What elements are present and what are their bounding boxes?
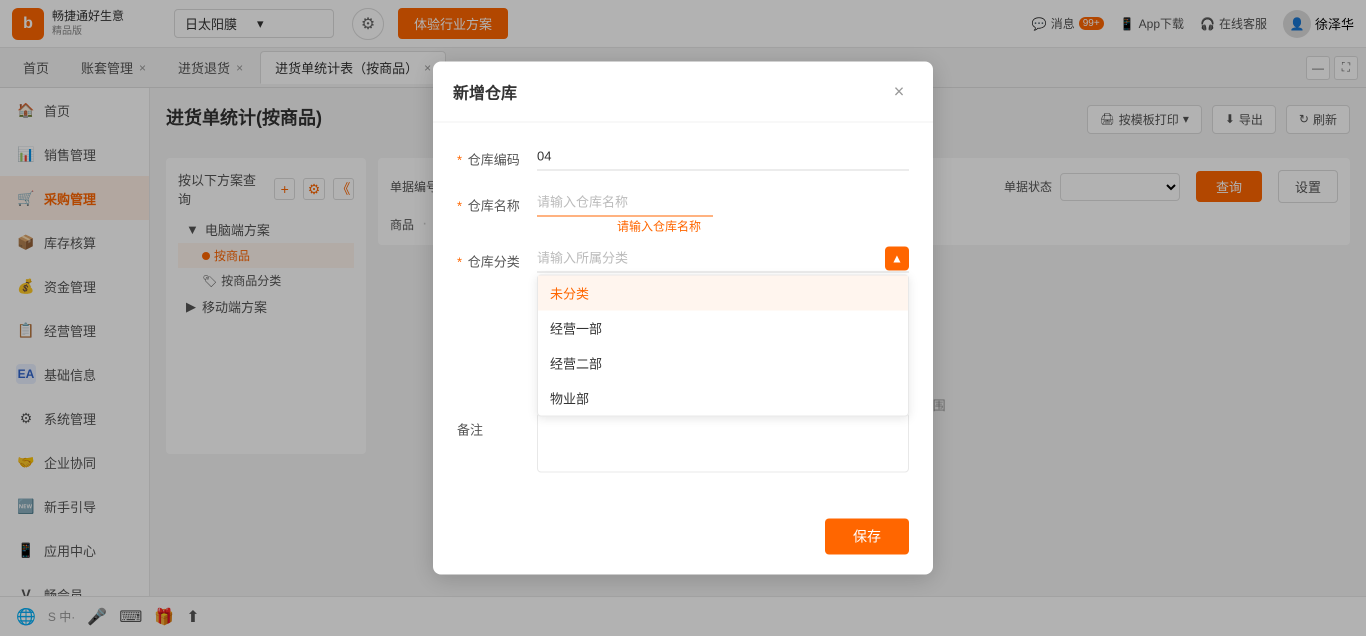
dropdown-item-property[interactable]: 物业部 xyxy=(538,381,908,416)
name-label: * 仓库名称 xyxy=(457,189,537,215)
modal-title: 新增仓库 xyxy=(453,80,517,104)
form-row-category: * 仓库分类 ▲ 未分类 经营一部 经营二部 物业部 xyxy=(457,245,909,273)
code-input[interactable] xyxy=(537,143,909,171)
form-row-name: * 仓库名称 请输入仓库名称 xyxy=(457,189,909,217)
modal-body: * 仓库编码 * 仓库名称 请输入仓库名称 * 仓库分类 ▲ xyxy=(433,123,933,507)
modal-new-warehouse: 新增仓库 × * 仓库编码 * 仓库名称 请输入仓库名称 * xyxy=(433,62,933,575)
form-row-note: 备注 xyxy=(457,413,909,473)
dropdown-item-dept1[interactable]: 经营一部 xyxy=(538,311,908,346)
note-textarea[interactable] xyxy=(537,413,909,473)
save-button[interactable]: 保存 xyxy=(825,519,909,555)
modal-footer: 保存 xyxy=(433,507,933,575)
category-dropdown-arrow[interactable]: ▲ xyxy=(885,247,909,271)
name-input[interactable] xyxy=(537,189,713,217)
form-row-code: * 仓库编码 xyxy=(457,143,909,171)
code-label: * 仓库编码 xyxy=(457,143,537,169)
category-dropdown: 未分类 经营一部 经营二部 物业部 xyxy=(537,275,909,417)
category-input[interactable] xyxy=(537,245,909,273)
dropdown-item-dept2[interactable]: 经营二部 xyxy=(538,346,908,381)
name-error-msg: 请输入仓库名称 xyxy=(617,218,701,235)
modal-header: 新增仓库 × xyxy=(433,62,933,123)
note-label: 备注 xyxy=(457,413,537,439)
dropdown-item-uncategorized[interactable]: 未分类 xyxy=(538,276,908,311)
category-select-wrapper: ▲ 未分类 经营一部 经营二部 物业部 xyxy=(537,245,909,273)
modal-close-button[interactable]: × xyxy=(885,78,913,106)
category-label: * 仓库分类 xyxy=(457,245,537,271)
